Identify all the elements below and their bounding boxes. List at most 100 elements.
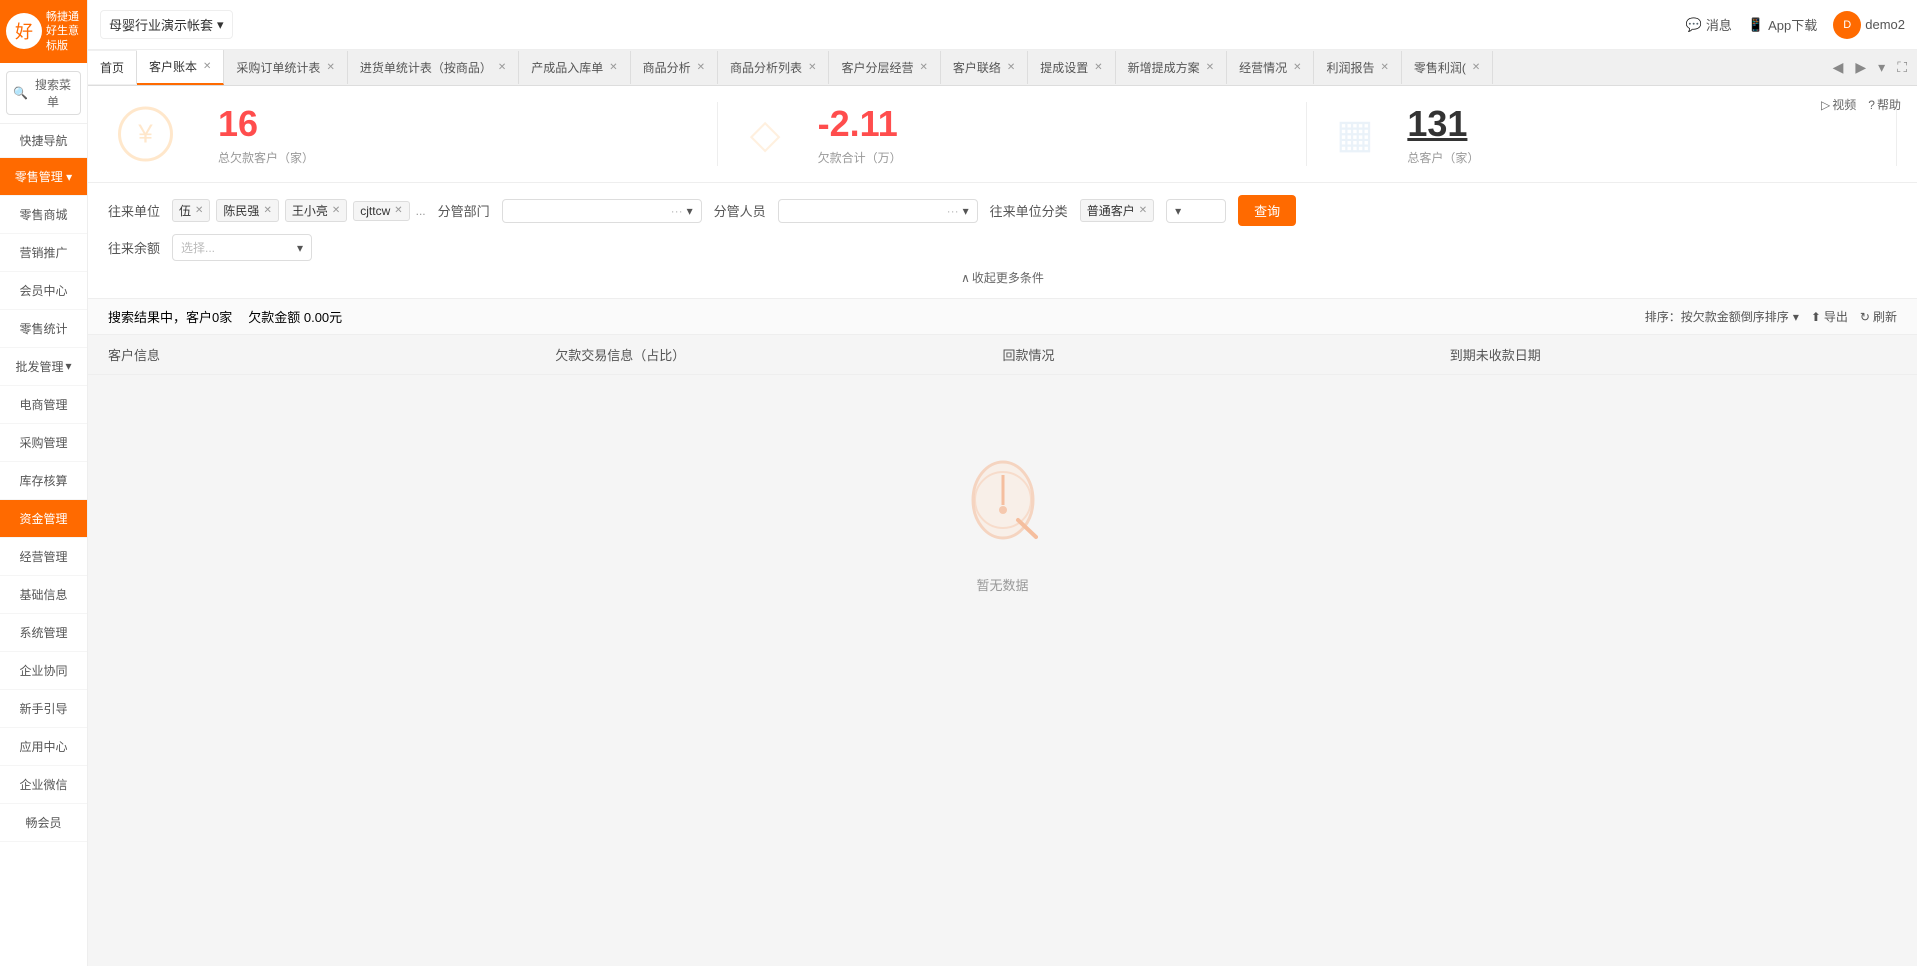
sidebar-item-finance[interactable]: 资金管理 [0,500,87,538]
tab-close-customer-contact[interactable]: ✕ [1007,62,1015,73]
stat-value-debt-amount: -2.11 [818,102,902,145]
balance-select[interactable]: 选择... ▾ [172,234,312,261]
stat-label-debt-amount: 欠款合计（万） [818,149,902,166]
logo-text: 畅捷通好生意 标版 [46,10,81,53]
category-dropdown[interactable]: ▾ [1166,199,1226,223]
tab-close-product-analysis[interactable]: ✕ [697,62,705,73]
tab-home[interactable]: 首页 [88,51,137,84]
sidebar-item-operations[interactable]: 经营管理 [0,538,87,576]
sidebar-item-enterprise-wechat[interactable]: 企业微信 [0,766,87,804]
sidebar-item-retail-management[interactable]: 零售管理 ▾ [0,158,87,196]
sidebar-item-retail-mall[interactable]: 零售商城 [0,196,87,234]
messages-button[interactable]: 💬 消息 [1686,15,1732,34]
tab-close-product-analysis-list[interactable]: ✕ [808,62,816,73]
tab-scroll-left-button[interactable]: ◀ [1829,57,1848,78]
quick-nav-button[interactable]: 快捷导航 [0,124,87,158]
company-tag-close-chen[interactable]: ✕ [263,205,271,216]
tab-operations-status[interactable]: 经营情况 ✕ [1227,51,1314,84]
tab-close-customer-segment[interactable]: ✕ [919,62,927,73]
company-tag-wu[interactable]: 伍 ✕ [172,199,210,222]
tab-close-retail-profit[interactable]: ✕ [1472,62,1480,73]
stat-total-debt-customers: ¥ 16 总欠款客户（家） [108,102,718,166]
tab-product-inbound[interactable]: 产成品入库单 ✕ [519,51,630,84]
content-area: ¥ 16 总欠款客户（家） ◇ -2.11 欠款合计（万） ▦ 131 总 [88,86,1917,966]
tab-customer-segment[interactable]: 客户分层经营 ✕ [829,51,940,84]
user-profile[interactable]: D demo2 [1833,11,1905,39]
sidebar-item-base-info[interactable]: 基础信息 [0,576,87,614]
tab-close-customer-account[interactable]: ✕ [203,61,211,72]
table-col-repayment: 回款情况 [1003,345,1450,364]
tab-purchase-order-stats[interactable]: 采购订单统计表 ✕ [224,51,347,84]
tab-purchase-stats-by-product[interactable]: 进货单统计表（按商品） ✕ [348,51,519,84]
search-menu-button[interactable]: 🔍 搜索菜单 [6,71,81,115]
sidebar-item-enterprise-collab[interactable]: 企业协同 [0,652,87,690]
tab-retail-profit[interactable]: 零售利润( ✕ [1402,51,1493,84]
dept-select[interactable]: ··· ▾ [502,199,702,223]
company-tag-close-wang[interactable]: ✕ [332,205,340,216]
category-chevron-icon: ▾ [1175,204,1181,218]
logo-icon: 好 [6,13,42,49]
company-tag-close-cjttcw[interactable]: ✕ [394,205,402,216]
help-link[interactable]: ? 帮助 [1868,96,1901,113]
tab-close-purchase-stats-by-product[interactable]: ✕ [498,62,506,73]
table-col-due-date: 到期未收款日期 [1450,345,1897,364]
tab-close-reminder-settings[interactable]: ✕ [1094,62,1102,73]
empty-state: 暂无数据 [88,375,1917,674]
sidebar-item-ecommerce[interactable]: 电商管理 [0,386,87,424]
tab-close-purchase-order-stats[interactable]: ✕ [326,62,334,73]
sidebar-item-new-guide[interactable]: 新手引导 [0,690,87,728]
collapse-button[interactable]: ∧ 收起更多条件 [961,269,1044,286]
username-label: demo2 [1865,17,1905,32]
company-tags-more[interactable]: ... [416,204,426,218]
sidebar-item-inventory[interactable]: 库存核算 [0,462,87,500]
dept-more-icon: ··· [671,204,683,218]
company-tag-wang[interactable]: 王小亮 ✕ [285,199,347,222]
tab-product-analysis-list[interactable]: 商品分析列表 ✕ [718,51,829,84]
tab-close-operations-status[interactable]: ✕ [1293,62,1301,73]
message-icon: 💬 [1686,17,1702,33]
search-icon: 🔍 [13,86,28,100]
search-result-right: 排序：按欠款金额倒序排序 ▾ ⬆ 导出 ↻ 刷新 [1645,308,1897,325]
tab-new-incentive-plan[interactable]: 新增提成方案 ✕ [1116,51,1227,84]
sidebar-item-app-center[interactable]: 应用中心 [0,728,87,766]
sidebar-item-marketing[interactable]: 营销推广 [0,234,87,272]
tab-product-analysis[interactable]: 商品分析 ✕ [631,51,718,84]
tab-expand-button[interactable]: ⛶ [1893,57,1911,78]
sidebar-item-wholesale[interactable]: 批发管理 ▾ [0,348,87,386]
tab-customer-contact[interactable]: 客户联络 ✕ [941,51,1028,84]
video-link[interactable]: ▷ 视频 [1821,96,1856,113]
account-selector-label: 母婴行业演示帐套 [109,15,213,34]
tab-profit-report[interactable]: 利润报告 ✕ [1314,51,1401,84]
category-tag-normal[interactable]: 普通客户 ✕ [1080,199,1154,222]
table-col-customer-info: 客户信息 [108,345,555,364]
sort-select[interactable]: 排序：按欠款金额倒序排序 ▾ [1645,308,1799,325]
sidebar-item-purchase[interactable]: 采购管理 [0,424,87,462]
tab-close-new-incentive[interactable]: ✕ [1206,62,1214,73]
company-tag-close-wu[interactable]: ✕ [195,205,203,216]
tab-close-product-inbound[interactable]: ✕ [609,62,617,73]
topbar: 母婴行业演示帐套 ▾ 💬 消息 📱 App下载 D demo2 [88,0,1917,50]
stat-value-debt-customers: 16 [218,102,314,145]
account-selector[interactable]: 母婴行业演示帐套 ▾ [100,10,233,39]
company-label: 往来单位 [108,201,160,220]
tab-scroll-right-button[interactable]: ▶ [1851,57,1870,78]
sidebar-item-member-center[interactable]: 会员中心 [0,272,87,310]
query-button[interactable]: 查询 [1238,195,1296,226]
tab-menu-button[interactable]: ▾ [1874,57,1889,78]
tab-reminder-settings[interactable]: 提成设置 ✕ [1028,51,1115,84]
refresh-button[interactable]: ↻ 刷新 [1860,308,1897,325]
person-select[interactable]: ··· ▾ [778,199,978,223]
tab-close-profit-report[interactable]: ✕ [1381,62,1389,73]
sidebar-item-vip-member[interactable]: 畅会员 [0,804,87,842]
export-button[interactable]: ⬆ 导出 [1811,308,1848,325]
sidebar-item-retail-stats[interactable]: 零售统计 [0,310,87,348]
category-tag-close[interactable]: ✕ [1139,205,1147,216]
export-icon: ⬆ [1811,310,1821,324]
tab-customer-account[interactable]: 客户账本 ✕ [137,50,224,85]
app-download-button[interactable]: 📱 App下载 [1748,15,1817,34]
filter-row-1: 往来单位 伍 ✕ 陈民强 ✕ 王小亮 ✕ cjttcw [108,195,1897,226]
company-tag-cjttcw[interactable]: cjttcw ✕ [353,201,409,221]
company-tag-chen[interactable]: 陈民强 ✕ [216,199,278,222]
search-result-bar: 搜索结果中，客户0家 欠款金额 0.00元 排序：按欠款金额倒序排序 ▾ ⬆ 导… [88,299,1917,335]
sidebar-item-system[interactable]: 系统管理 [0,614,87,652]
